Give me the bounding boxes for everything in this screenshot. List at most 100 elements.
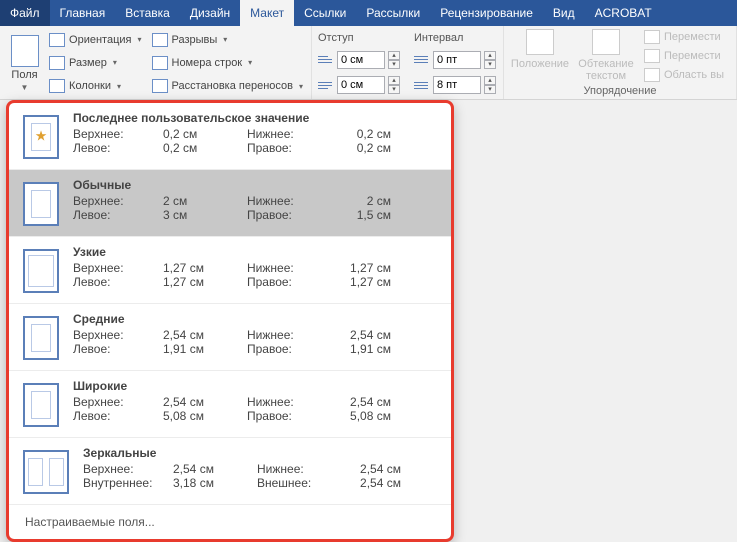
margin-preset-text: УзкиеВерхнее:1,27 смНижнее:1,27 смЛевое:… [73, 245, 441, 293]
page-setup-group: Поля ▼ Ориентация ▾ Размер ▾ Колонки ▾ Разр… [0, 26, 312, 99]
send-label: Перемести [664, 50, 721, 62]
wrap-icon [592, 29, 620, 55]
indent-right-input[interactable] [337, 76, 385, 94]
arrange-group: Положение Обтекание текстом Перемести Пе… [504, 26, 737, 99]
margin-preset-text: ШирокиеВерхнее:2,54 смНижнее:2,54 смЛево… [73, 379, 441, 427]
margin-thumb-icon [23, 450, 69, 494]
spin-buttons[interactable]: ▴▾ [388, 76, 400, 94]
chevron-down-icon: ▼ [21, 83, 29, 92]
margin-thumb-icon [23, 316, 59, 360]
orientation-icon [49, 33, 65, 47]
spacing-before-field[interactable]: ▴▾ [414, 51, 496, 69]
selection-label: Область вы [664, 69, 724, 81]
margins-button[interactable]: Поля ▼ [6, 29, 43, 97]
tab-acrobat[interactable]: ACROBAT [585, 0, 662, 26]
margins-gallery: Последнее пользовательское значениеВерхн… [6, 100, 454, 542]
margin-preset-text: ОбычныеВерхнее:2 смНижнее:2 смЛевое:3 см… [73, 178, 441, 226]
line-numbers-icon [152, 56, 168, 70]
margin-preset-text: Последнее пользовательское значениеВерхн… [73, 111, 441, 159]
chevron-down-icon: ▾ [137, 35, 141, 44]
spacing-after-field[interactable]: ▴▾ [414, 76, 496, 94]
size-label: Размер [69, 57, 107, 69]
margin-preset-item[interactable]: ЗеркальныеВерхнее:2,54 смНижнее:2,54 смВ… [9, 438, 451, 505]
line-numbers-label: Номера строк [172, 57, 243, 69]
margins-icon [11, 35, 39, 67]
spacing-after-icon [414, 78, 430, 92]
tab-дизайн[interactable]: Дизайн [180, 0, 240, 26]
wrap-text-button[interactable]: Обтекание текстом [576, 29, 636, 84]
hyphenation-icon [152, 79, 168, 93]
indent-left-input[interactable] [337, 51, 385, 69]
bring-label: Перемести [664, 31, 721, 43]
send-icon [644, 49, 660, 63]
chevron-down-icon: ▾ [299, 82, 303, 91]
indent-right-icon [318, 78, 334, 92]
bring-icon [644, 30, 660, 44]
selection-pane-button[interactable]: Область вы [642, 67, 726, 83]
tab-файл[interactable]: Файл [0, 0, 50, 26]
line-numbers-button[interactable]: Номера строк ▾ [150, 55, 306, 71]
margin-preset-text: СредниеВерхнее:2,54 смНижнее:2,54 смЛево… [73, 312, 441, 360]
chevron-down-icon: ▾ [113, 58, 117, 67]
spin-buttons[interactable]: ▴▾ [484, 51, 496, 69]
tab-рецензирование[interactable]: Рецензирование [430, 0, 543, 26]
chevron-down-icon: ▾ [223, 35, 227, 44]
tab-вид[interactable]: Вид [543, 0, 585, 26]
margin-preset-item[interactable]: ОбычныеВерхнее:2 смНижнее:2 смЛевое:3 см… [9, 170, 451, 237]
chevron-down-icon: ▾ [248, 58, 252, 67]
indent-left-icon [318, 53, 334, 67]
chevron-down-icon: ▾ [117, 82, 121, 91]
orientation-button[interactable]: Ориентация ▾ [47, 32, 143, 48]
margin-preset-title: Средние [73, 312, 441, 326]
spin-buttons[interactable]: ▴▾ [484, 76, 496, 94]
wrap-label: Обтекание текстом [576, 58, 636, 82]
margin-preset-item[interactable]: Последнее пользовательское значениеВерхн… [9, 103, 451, 170]
margin-preset-title: Широкие [73, 379, 441, 393]
orientation-label: Ориентация [69, 34, 131, 46]
margin-preset-title: Узкие [73, 245, 441, 259]
tab-вставка[interactable]: Вставка [115, 0, 180, 26]
tab-макет[interactable]: Макет [240, 0, 294, 26]
spacing-before-input[interactable] [433, 51, 481, 69]
custom-margins-button[interactable]: Настраиваемые поля... [9, 505, 451, 539]
columns-button[interactable]: Колонки ▾ [47, 78, 143, 94]
margin-preset-item[interactable]: СредниеВерхнее:2,54 смНижнее:2,54 смЛево… [9, 304, 451, 371]
margin-preset-title: Зеркальные [83, 446, 441, 460]
hyphenation-label: Расстановка переносов [172, 80, 293, 92]
position-button[interactable]: Положение [510, 29, 570, 84]
margin-preset-text: ЗеркальныеВерхнее:2,54 смНижнее:2,54 смВ… [83, 446, 441, 494]
hyphenation-button[interactable]: Расстановка переносов ▾ [150, 78, 306, 94]
margin-preset-title: Обычные [73, 178, 441, 192]
breaks-button[interactable]: Разрывы ▾ [150, 32, 306, 48]
arrange-group-label: Упорядочение [510, 85, 730, 97]
indent-right-field[interactable]: ▴▾ [318, 76, 400, 94]
ribbon: Поля ▼ Ориентация ▾ Размер ▾ Колонки ▾ Разр… [0, 26, 737, 100]
margin-preset-title: Последнее пользовательское значение [73, 111, 441, 125]
paragraph-group: Отступ ▴▾ ▴▾ Интервал ▴▾ ▴▾ [312, 26, 504, 99]
margin-preset-item[interactable]: УзкиеВерхнее:1,27 смНижнее:1,27 смЛевое:… [9, 237, 451, 304]
position-icon [526, 29, 554, 55]
send-backward-button[interactable]: Перемести [642, 48, 726, 64]
bring-forward-button[interactable]: Перемести [642, 29, 726, 45]
spacing-header: Интервал [414, 32, 496, 44]
breaks-icon [152, 33, 168, 47]
margin-thumb-icon [23, 115, 59, 159]
margin-thumb-icon [23, 249, 59, 293]
size-button[interactable]: Размер ▾ [47, 55, 143, 71]
size-icon [49, 56, 65, 70]
spin-buttons[interactable]: ▴▾ [388, 51, 400, 69]
indent-header: Отступ [318, 32, 400, 44]
tab-ссылки[interactable]: Ссылки [294, 0, 356, 26]
indent-left-field[interactable]: ▴▾ [318, 51, 400, 69]
spacing-before-icon [414, 53, 430, 67]
tab-рассылки[interactable]: Рассылки [356, 0, 430, 26]
margin-thumb-icon [23, 182, 59, 226]
columns-icon [49, 79, 65, 93]
breaks-label: Разрывы [172, 34, 218, 46]
tab-главная[interactable]: Главная [50, 0, 116, 26]
position-label: Положение [511, 58, 569, 70]
margin-preset-item[interactable]: ШирокиеВерхнее:2,54 смНижнее:2,54 смЛево… [9, 371, 451, 438]
columns-label: Колонки [69, 80, 111, 92]
spacing-after-input[interactable] [433, 76, 481, 94]
margin-thumb-icon [23, 383, 59, 427]
